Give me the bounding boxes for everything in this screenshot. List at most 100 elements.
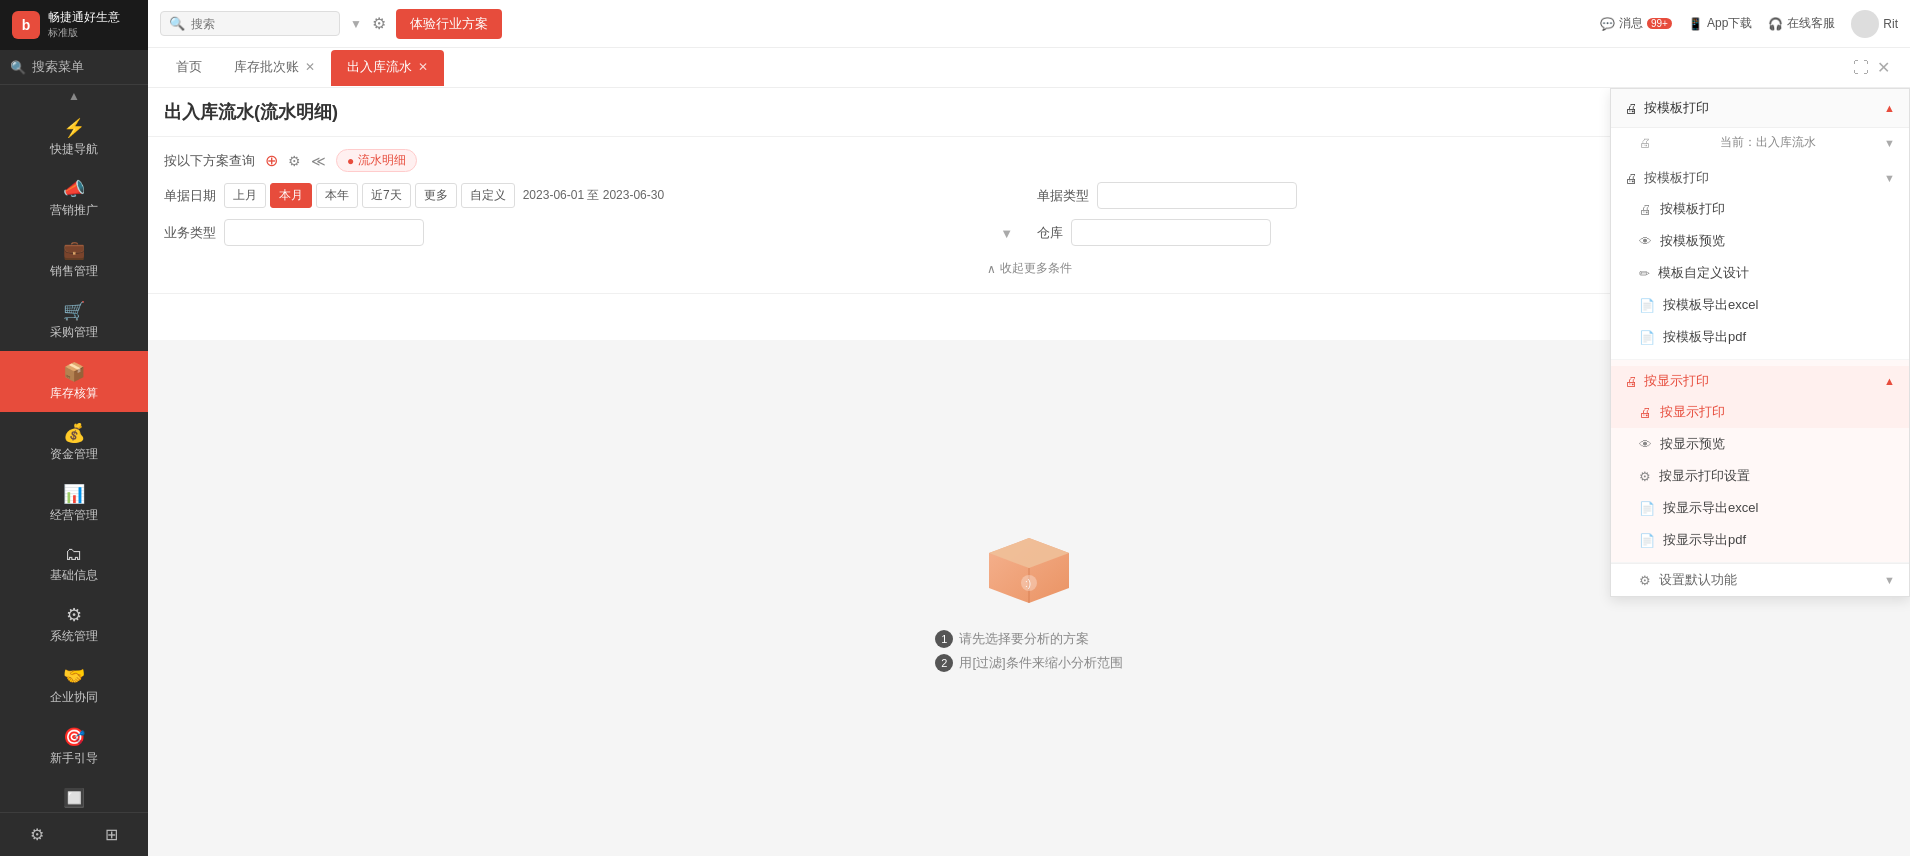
template-section-header[interactable]: 🖨 按模板打印 ▼ [1611,163,1909,193]
window-controls: ⛶ ✕ [1845,50,1898,85]
business-select-wrapper[interactable]: ▼ [224,219,1021,246]
topbar-right: 💬 消息 99+ 📱 App下载 🎧 在线客服 Rit [1600,10,1898,38]
type-select[interactable] [1097,182,1297,209]
business-select[interactable] [224,219,424,246]
display-pdf-item[interactable]: 📄 按显示导出pdf [1611,524,1909,556]
scroll-up-icon[interactable]: ▲ [0,85,148,107]
app-download-icon: 📱 [1688,17,1703,31]
app-edition: 标准版 [48,26,120,40]
tab-batch[interactable]: 库存批次账 ✕ [218,50,331,86]
date-btn-7days[interactable]: 近7天 [362,183,411,208]
sidebar-item-purchase[interactable]: 🛒 采购管理 [0,290,148,351]
tab-flow[interactable]: 出入库流水 ✕ [331,50,444,86]
search-menu-btn[interactable]: 🔍 搜索菜单 [10,58,138,76]
page-title: 出入库流水(流水明细) [164,100,338,136]
tab-home-label: 首页 [176,58,202,76]
date-btn-last-month[interactable]: 上月 [224,183,266,208]
filter-collapse-btn[interactable]: ≪ [311,153,326,169]
warehouse-label: 仓库 [1037,224,1063,242]
operations-icon: 📊 [63,483,85,505]
set-default-btn[interactable]: ⚙ 设置默认功能 ▼ [1611,563,1909,596]
template-section-label: 按模板打印 [1644,169,1709,187]
app-name: 畅捷通好生意 [48,10,120,26]
display-excel-item[interactable]: 📄 按显示导出excel [1611,492,1909,524]
filter-business-field: 业务类型 ▼ [164,219,1021,246]
template-design-item[interactable]: ✏ 模板自定义设计 [1611,257,1909,289]
topbar-settings-icon[interactable]: ⚙ [372,14,386,33]
empty-step-1: 1 请先选择要分析的方案 [935,630,1122,648]
business-select-arrow: ▼ [1000,225,1013,240]
maximize-icon[interactable]: ⛶ [1853,59,1869,77]
warehouse-select[interactable] [1071,219,1271,246]
tab-home[interactable]: 首页 [160,50,218,86]
print-dropdown: 🖨 按模板打印 ▲ 🖨 当前：出入库流水 ▼ 🖨 按模板打印 [1610,88,1910,597]
display-preview-item[interactable]: 👁 按显示预览 [1611,428,1909,460]
print-sub-icon: 🖨 [1639,136,1651,150]
date-btn-custom[interactable]: 自定义 [461,183,515,208]
display-section-header[interactable]: 🖨 按显示打印 ▲ [1611,366,1909,396]
sidebar-search[interactable]: 🔍 搜索菜单 [0,50,148,85]
sales-icon: 💼 [63,239,85,261]
set-default-chevron: ▼ [1884,574,1895,586]
template-pdf-item[interactable]: 📄 按模板导出pdf [1611,321,1909,353]
template-excel-item[interactable]: 📄 按模板导出excel [1611,289,1909,321]
dropdown-title: 🖨 按模板打印 [1625,99,1709,117]
window-close-icon[interactable]: ✕ [1877,58,1890,77]
sidebar-item-finance[interactable]: 💰 资金管理 [0,412,148,473]
enterprise-label: 企业协同 [50,689,98,706]
filter-add-btn[interactable]: ⊕ [265,151,278,170]
sidebar-item-guide[interactable]: 🎯 新手引导 [0,716,148,777]
industry-btn[interactable]: 体验行业方案 [396,9,502,39]
date-btn-this-month[interactable]: 本月 [270,183,312,208]
messages-btn[interactable]: 💬 消息 99+ [1600,15,1672,32]
sidebar-item-quick-nav[interactable]: ⚡ 快捷导航 [0,107,148,168]
settings-icon[interactable]: ⚙ [30,825,44,844]
display-print-label: 按显示打印 [1660,403,1725,421]
display-settings-item[interactable]: ⚙ 按显示打印设置 [1611,460,1909,492]
dropdown-arrow-icon[interactable]: ▼ [350,17,362,31]
system-label: 系统管理 [50,628,98,645]
sidebar-item-inventory[interactable]: 📦 库存核算 [0,351,148,412]
display-print-item[interactable]: 🖨 按显示打印 [1611,396,1909,428]
online-service-btn[interactable]: 🎧 在线客服 [1768,15,1835,32]
dropdown-collapse-icon[interactable]: ▲ [1884,102,1895,114]
sidebar-item-marketing[interactable]: 📣 营销推广 [0,168,148,229]
filter-label: 按以下方案查询 [164,152,255,170]
filter-tag: ● 流水明细 [336,149,417,172]
sidebar-item-sales[interactable]: 💼 销售管理 [0,229,148,290]
date-btn-more[interactable]: 更多 [415,183,457,208]
date-btn-this-year[interactable]: 本年 [316,183,358,208]
template-print-icon: 🖨 [1625,171,1638,186]
sidebar-item-basic[interactable]: 🗂 基础信息 [0,534,148,594]
sidebar-item-system[interactable]: ⚙ 系统管理 [0,594,148,655]
disp-print-icon: 🖨 [1639,405,1652,420]
tab-batch-close[interactable]: ✕ [305,60,315,74]
collapse-sidebar-icon[interactable]: ⊞ [105,825,118,844]
app-download-label: App下载 [1707,15,1752,32]
tab-batch-label: 库存批次账 [234,58,299,76]
template-section-title: 🖨 按模板打印 [1625,169,1709,187]
topbar-search[interactable]: 🔍 [160,11,340,36]
display-section-chevron[interactable]: ▲ [1884,375,1895,387]
business-label: 业务类型 [164,224,216,242]
filter-tag-icon: ● [347,154,354,168]
search-topbar-icon: 🔍 [169,16,185,31]
headset-icon: 🎧 [1768,17,1783,31]
app-download-btn[interactable]: 📱 App下载 [1688,15,1752,32]
template-print-item[interactable]: 🖨 按模板打印 [1611,193,1909,225]
sidebar-item-app-center[interactable]: 🔲 应用中心 [0,777,148,812]
template-preview-item[interactable]: 👁 按模板预览 [1611,225,1909,257]
dropdown-title-label: 按模板打印 [1644,99,1709,117]
sidebar: b 畅捷通好生意 标准版 🔍 搜索菜单 ▲ ⚡ 快捷导航 📣 营销推广 💼 销售… [0,0,148,856]
tab-flow-close[interactable]: ✕ [418,60,428,74]
template-section-chevron[interactable]: ▼ [1884,172,1895,184]
current-chevron[interactable]: ▼ [1884,137,1895,149]
search-input[interactable] [191,17,311,31]
sidebar-item-enterprise[interactable]: 🤝 企业协同 [0,655,148,716]
display-preview-label: 按显示预览 [1660,435,1725,453]
marketing-icon: 📣 [63,178,85,200]
disp-preview-icon: 👁 [1639,437,1652,452]
user-profile-btn[interactable]: Rit [1851,10,1898,38]
sidebar-item-operations[interactable]: 📊 经营管理 [0,473,148,534]
filter-settings-btn[interactable]: ⚙ [288,153,301,169]
